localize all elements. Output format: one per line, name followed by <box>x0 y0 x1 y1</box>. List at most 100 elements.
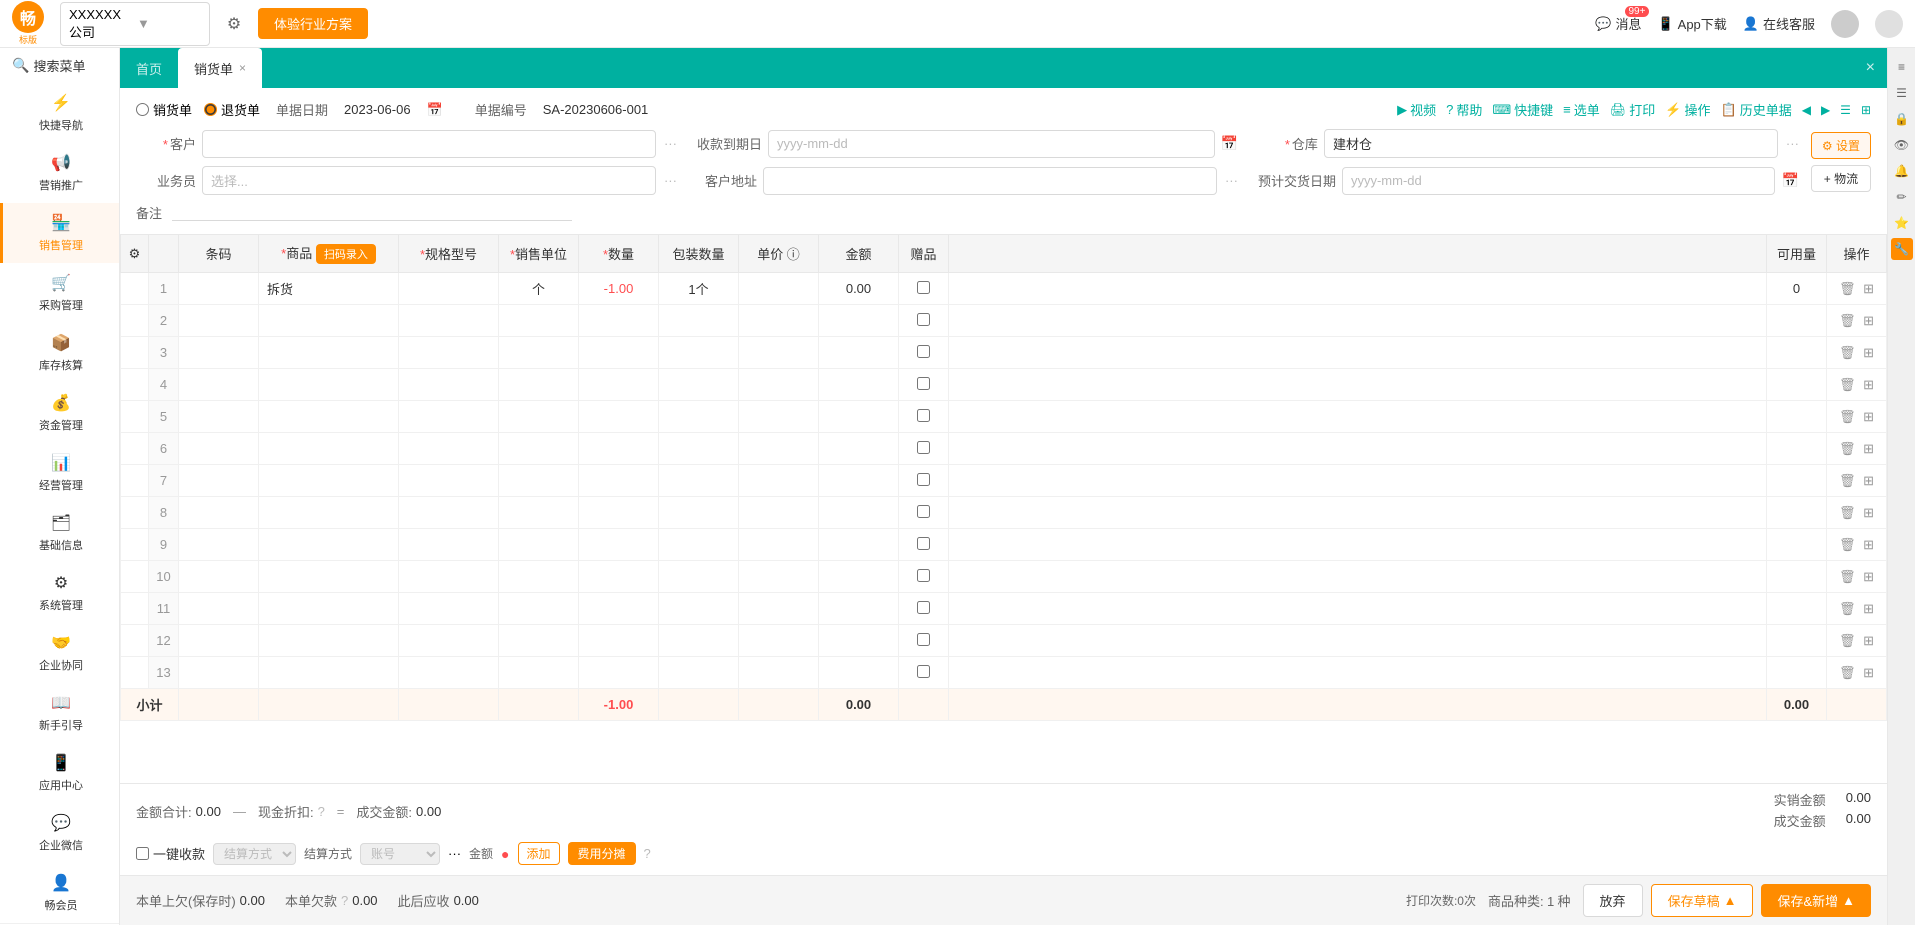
gift-checkbox[interactable] <box>917 473 930 486</box>
gift-checkbox[interactable] <box>917 281 930 294</box>
cell-pkgqty[interactable] <box>659 561 739 593</box>
cell-pkgqty[interactable] <box>659 593 739 625</box>
cell-price[interactable] <box>739 593 819 625</box>
expected-delivery-calendar-icon[interactable]: 📅 <box>1781 172 1798 189</box>
next-button[interactable]: ▶ <box>1821 103 1830 117</box>
right-tool-3[interactable]: 🔒 <box>1891 108 1913 130</box>
cell-price[interactable] <box>739 273 819 305</box>
cell-qty[interactable] <box>579 401 659 433</box>
cell-pkgqty[interactable] <box>659 497 739 529</box>
cell-note[interactable] <box>949 657 1767 689</box>
cell-note[interactable] <box>949 401 1767 433</box>
cell-amount[interactable] <box>819 337 899 369</box>
account-select[interactable]: 账号 <box>360 843 440 865</box>
right-tool-2[interactable]: ☰ <box>1891 82 1913 104</box>
cell-qty[interactable] <box>579 529 659 561</box>
cell-price[interactable] <box>739 465 819 497</box>
delete-icon[interactable]: 🗑 <box>1839 345 1856 360</box>
copy-icon[interactable]: ⊞ <box>1863 377 1874 392</box>
cell-barcode[interactable] <box>179 497 259 529</box>
cell-product[interactable] <box>259 401 399 433</box>
cell-qty[interactable] <box>579 337 659 369</box>
cell-pkgqty[interactable] <box>659 657 739 689</box>
sidebar-item-business[interactable]: 📊 经营管理 <box>0 443 119 503</box>
cell-gift[interactable] <box>899 369 949 401</box>
cell-product[interactable] <box>259 497 399 529</box>
cell-pkgqty[interactable] <box>659 529 739 561</box>
cell-unit[interactable] <box>499 497 579 529</box>
cell-spec[interactable] <box>399 657 499 689</box>
cell-spec[interactable] <box>399 529 499 561</box>
cell-gift[interactable] <box>899 593 949 625</box>
cell-unit[interactable] <box>499 593 579 625</box>
avatar[interactable] <box>1831 10 1859 38</box>
cell-price[interactable] <box>739 561 819 593</box>
copy-icon[interactable]: ⊞ <box>1863 281 1874 296</box>
cell-product[interactable] <box>259 433 399 465</box>
cell-price[interactable] <box>739 401 819 433</box>
right-tool-8[interactable]: 🔧 <box>1891 238 1913 260</box>
cell-gift[interactable] <box>899 657 949 689</box>
cell-note[interactable] <box>949 337 1767 369</box>
radio-sales[interactable]: 销货单 <box>136 100 192 119</box>
cell-amount[interactable] <box>819 593 899 625</box>
cell-unit[interactable] <box>499 657 579 689</box>
cell-price[interactable] <box>739 497 819 529</box>
online-service-button[interactable]: 👤 在线客服 <box>1743 14 1815 33</box>
select-order-button[interactable]: ≡ 选单 <box>1563 100 1600 119</box>
radio-return[interactable]: 退货单 <box>204 100 260 119</box>
tab-close-icon[interactable]: × <box>239 61 246 75</box>
cell-qty[interactable] <box>579 497 659 529</box>
th-settings[interactable]: ⚙ <box>121 235 149 273</box>
sidebar-item-appstore[interactable]: 📱 应用中心 <box>0 743 119 803</box>
customer-addr-dots-button[interactable]: ··· <box>1225 173 1238 188</box>
cell-price[interactable] <box>739 369 819 401</box>
cell-unit[interactable] <box>499 529 579 561</box>
cell-price[interactable] <box>739 657 819 689</box>
copy-icon[interactable]: ⊞ <box>1863 633 1874 648</box>
cell-amount[interactable] <box>819 625 899 657</box>
tab-bar-close-button[interactable]: × <box>1866 59 1887 77</box>
print-button[interactable]: 🖨 打印 <box>1610 100 1656 119</box>
memo-input[interactable] <box>172 205 572 221</box>
copy-icon[interactable]: ⊞ <box>1863 473 1874 488</box>
trial-button[interactable]: 体验行业方案 <box>258 8 368 39</box>
cell-spec[interactable] <box>399 593 499 625</box>
cell-note[interactable] <box>949 593 1767 625</box>
tab-sales-order[interactable]: 销货单 × <box>178 48 262 88</box>
sidebar-item-inventory[interactable]: 📦 库存核算 <box>0 323 119 383</box>
cell-qty[interactable] <box>579 657 659 689</box>
cell-spec[interactable] <box>399 273 499 305</box>
cell-price[interactable] <box>739 625 819 657</box>
cell-unit[interactable] <box>499 401 579 433</box>
delete-icon[interactable]: 🗑 <box>1839 505 1856 520</box>
delete-icon[interactable]: 🗑 <box>1839 633 1856 648</box>
cell-amount[interactable] <box>819 465 899 497</box>
cash-discount-help-icon[interactable]: ? <box>318 804 325 819</box>
sidebar-item-guide[interactable]: 📖 新手引导 <box>0 683 119 743</box>
cell-note[interactable] <box>949 305 1767 337</box>
cell-gift[interactable] <box>899 433 949 465</box>
topbar-settings-button[interactable]: ⚙ <box>218 8 250 40</box>
copy-icon[interactable]: ⊞ <box>1863 505 1874 520</box>
tab-home[interactable]: 首页 <box>120 48 178 88</box>
cell-note[interactable] <box>949 625 1767 657</box>
copy-icon[interactable]: ⊞ <box>1863 409 1874 424</box>
cell-product[interactable] <box>259 337 399 369</box>
cell-spec[interactable] <box>399 433 499 465</box>
one-key-pay-input[interactable] <box>136 847 149 860</box>
debit-help-icon[interactable]: ? <box>341 893 348 908</box>
one-key-pay-checkbox[interactable]: 一键收款 <box>136 844 205 863</box>
expense-split-button[interactable]: 费用分摊 <box>568 842 636 865</box>
sidebar-item-enterprise[interactable]: 🤝 企业协同 <box>0 623 119 683</box>
list-view-button[interactable]: ☰ <box>1840 103 1851 117</box>
cell-gift[interactable] <box>899 401 949 433</box>
prev-button[interactable]: ◀ <box>1802 103 1811 117</box>
cell-barcode[interactable] <box>179 561 259 593</box>
cell-spec[interactable] <box>399 401 499 433</box>
cell-amount[interactable] <box>819 497 899 529</box>
cell-qty[interactable] <box>579 369 659 401</box>
cell-price[interactable] <box>739 433 819 465</box>
cell-barcode[interactable] <box>179 305 259 337</box>
gift-checkbox[interactable] <box>917 569 930 582</box>
